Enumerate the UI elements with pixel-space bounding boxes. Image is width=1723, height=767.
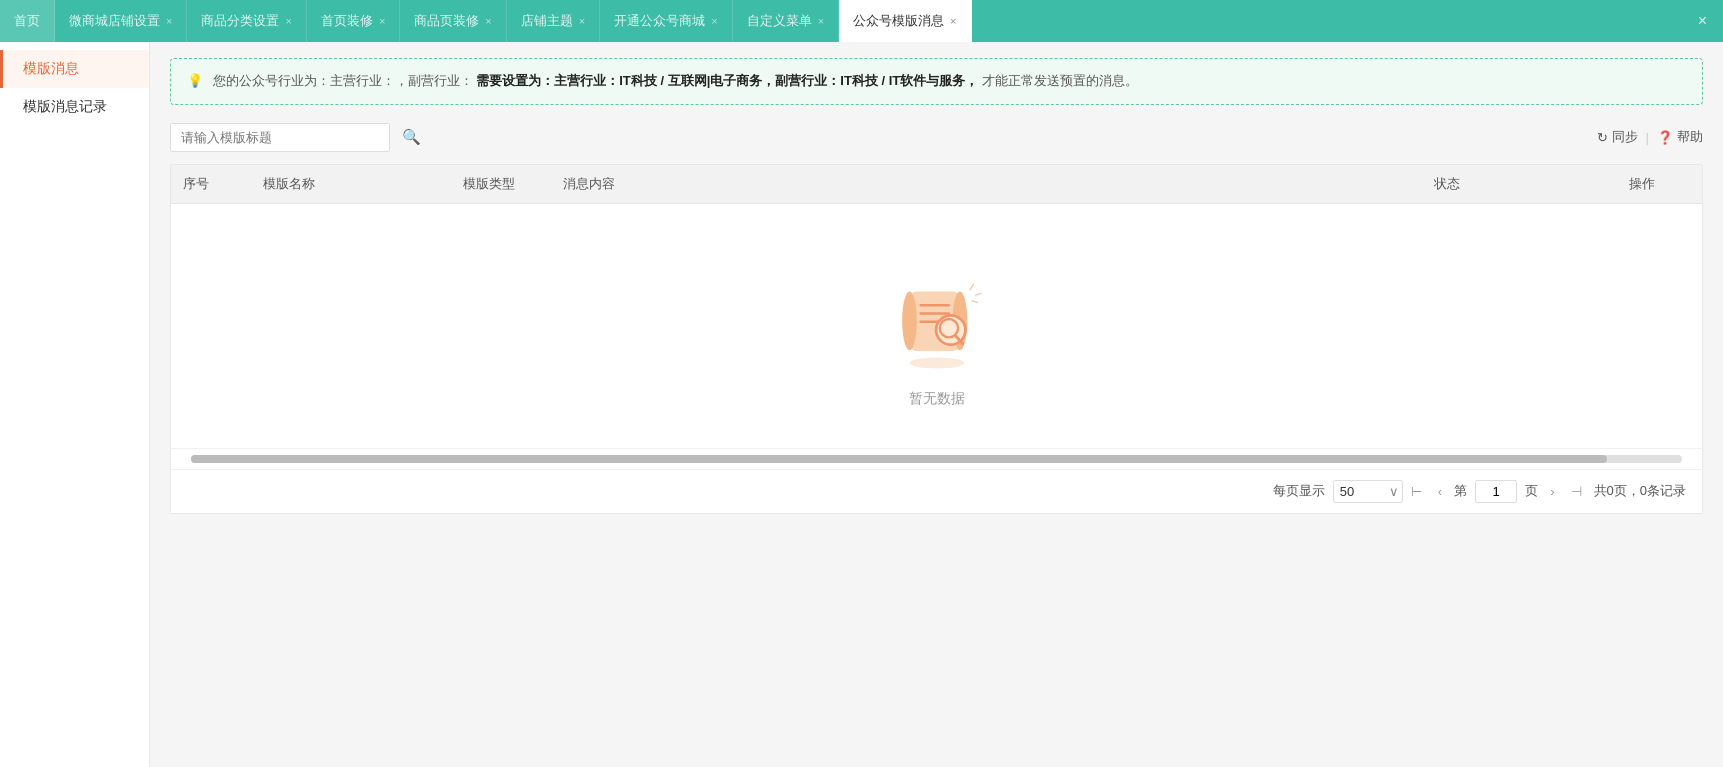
nav-tab-home-decor[interactable]: 首页装修 × <box>307 0 400 42</box>
page-total: 共0页，0条记录 <box>1594 482 1686 500</box>
nav-tab-label: 商品分类设置 <box>201 12 279 30</box>
col-content: 消息内容 <box>551 165 1422 203</box>
close-icon[interactable]: × <box>166 16 172 27</box>
divider: | <box>1646 130 1649 145</box>
nav-tab-label: 微商城店铺设置 <box>69 12 160 30</box>
nav-tab-product-category[interactable]: 商品分类设置 × <box>187 0 306 42</box>
notice-icon: 💡 <box>187 73 203 88</box>
main-content: 💡 您的公众号行业为：主营行业：，副营行业： 需要设置为：主营行业：IT科技 /… <box>150 42 1723 767</box>
nav-tab-label: 开通公众号商城 <box>614 12 705 30</box>
col-seq: 序号 <box>171 165 251 203</box>
nav-tab-label: 首页装修 <box>321 12 373 30</box>
nav-tab-shop-theme[interactable]: 店铺主题 × <box>507 0 600 42</box>
nav-tab-label: 商品页装修 <box>414 12 479 30</box>
help-label: 帮助 <box>1677 128 1703 146</box>
close-icon[interactable]: × <box>579 16 585 27</box>
nav-tab-custom-menu[interactable]: 自定义菜单 × <box>733 0 839 42</box>
first-page-button[interactable]: ⊢ <box>1407 482 1426 501</box>
table-header: 序号 模版名称 模版类型 消息内容 状态 操作 <box>171 165 1702 204</box>
notice-box: 💡 您的公众号行业为：主营行业：，副营行业： 需要设置为：主营行业：IT科技 /… <box>170 58 1703 105</box>
main-layout: 模版消息模版消息记录 💡 您的公众号行业为：主营行业：，副营行业： 需要设置为：… <box>0 42 1723 767</box>
sync-label: 同步 <box>1612 128 1638 146</box>
page-label: 第 <box>1454 482 1467 500</box>
notice-text1: 您的公众号行业为：主营行业：，副营行业： <box>213 73 473 88</box>
per-page-label: 每页显示 <box>1273 482 1325 500</box>
nav-tab-label: 自定义菜单 <box>747 12 812 30</box>
close-icon[interactable]: × <box>285 16 291 27</box>
nav-tab-home[interactable]: 首页 <box>0 0 55 42</box>
nav-tab-open-mall[interactable]: 开通公众号商城 × <box>600 0 732 42</box>
empty-state: 暂无数据 <box>171 204 1702 448</box>
toolbar: 🔍 ↻ 同步 | ❓ 帮助 <box>170 123 1703 152</box>
search-input[interactable] <box>170 123 390 152</box>
close-icon[interactable]: × <box>379 16 385 27</box>
col-status: 状态 <box>1422 165 1582 203</box>
sidebar: 模版消息模版消息记录 <box>0 42 150 767</box>
nav-tab-template-msg[interactable]: 公众号模版消息 × <box>839 0 971 42</box>
scroll-bar-area <box>171 448 1702 469</box>
next-page-button[interactable]: › <box>1546 482 1558 501</box>
col-name: 模版名称 <box>251 165 451 203</box>
empty-illustration <box>882 264 992 374</box>
fake-scrollbar[interactable] <box>191 455 1682 463</box>
page-input[interactable] <box>1475 480 1517 503</box>
page-label2: 页 <box>1525 482 1538 500</box>
help-icon: ❓ <box>1657 130 1673 145</box>
pagination: 每页显示 50 20 100 ∨ ⊢ ‹ 第 页 › ⊣ 共0页，0条记录 <box>171 469 1702 513</box>
close-icon[interactable]: × <box>950 16 956 27</box>
svg-point-2 <box>902 291 917 350</box>
svg-point-0 <box>909 357 964 368</box>
notice-text2: 才能正常发送预置的消息。 <box>982 73 1138 88</box>
empty-text: 暂无数据 <box>909 390 965 408</box>
toolbar-left: 🔍 <box>170 123 425 152</box>
sidebar-item-template-msg[interactable]: 模版消息 <box>0 50 149 88</box>
per-page-select[interactable]: 50 20 100 <box>1333 480 1403 503</box>
nav-tab-label: 店铺主题 <box>521 12 573 30</box>
top-nav: 首页微商城店铺设置×商品分类设置×首页装修×商品页装修×店铺主题×开通公众号商城… <box>0 0 1723 42</box>
help-button[interactable]: ❓ 帮助 <box>1657 128 1703 146</box>
sidebar-item-template-msg-log[interactable]: 模版消息记录 <box>0 88 149 126</box>
data-table: 序号 模版名称 模版类型 消息内容 状态 操作 <box>170 164 1703 514</box>
close-icon[interactable]: × <box>485 16 491 27</box>
nav-tab-label: 首页 <box>14 12 40 30</box>
svg-line-12 <box>971 300 977 302</box>
prev-page-button[interactable]: ‹ <box>1434 482 1446 501</box>
sync-icon: ↻ <box>1597 130 1608 145</box>
nav-tab-wshop-settings[interactable]: 微商城店铺设置 × <box>55 0 187 42</box>
fake-scrollbar-thumb <box>191 455 1607 463</box>
nav-tab-label: 公众号模版消息 <box>853 12 944 30</box>
notice-highlight: 需要设置为：主营行业：IT科技 / 互联网|电子商务，副营行业：IT科技 / I… <box>476 73 978 88</box>
sync-button[interactable]: ↻ 同步 <box>1597 128 1638 146</box>
close-icon[interactable]: × <box>818 16 824 27</box>
close-icon[interactable]: × <box>711 16 717 27</box>
svg-line-10 <box>970 284 974 290</box>
col-type: 模版类型 <box>451 165 551 203</box>
col-action: 操作 <box>1582 165 1702 203</box>
search-button[interactable]: 🔍 <box>398 124 425 150</box>
svg-line-11 <box>975 293 981 295</box>
global-close-button[interactable]: × <box>1682 12 1723 30</box>
nav-tab-product-decor[interactable]: 商品页装修 × <box>400 0 506 42</box>
toolbar-right: ↻ 同步 | ❓ 帮助 <box>1597 128 1703 146</box>
last-page-button[interactable]: ⊣ <box>1567 482 1586 501</box>
